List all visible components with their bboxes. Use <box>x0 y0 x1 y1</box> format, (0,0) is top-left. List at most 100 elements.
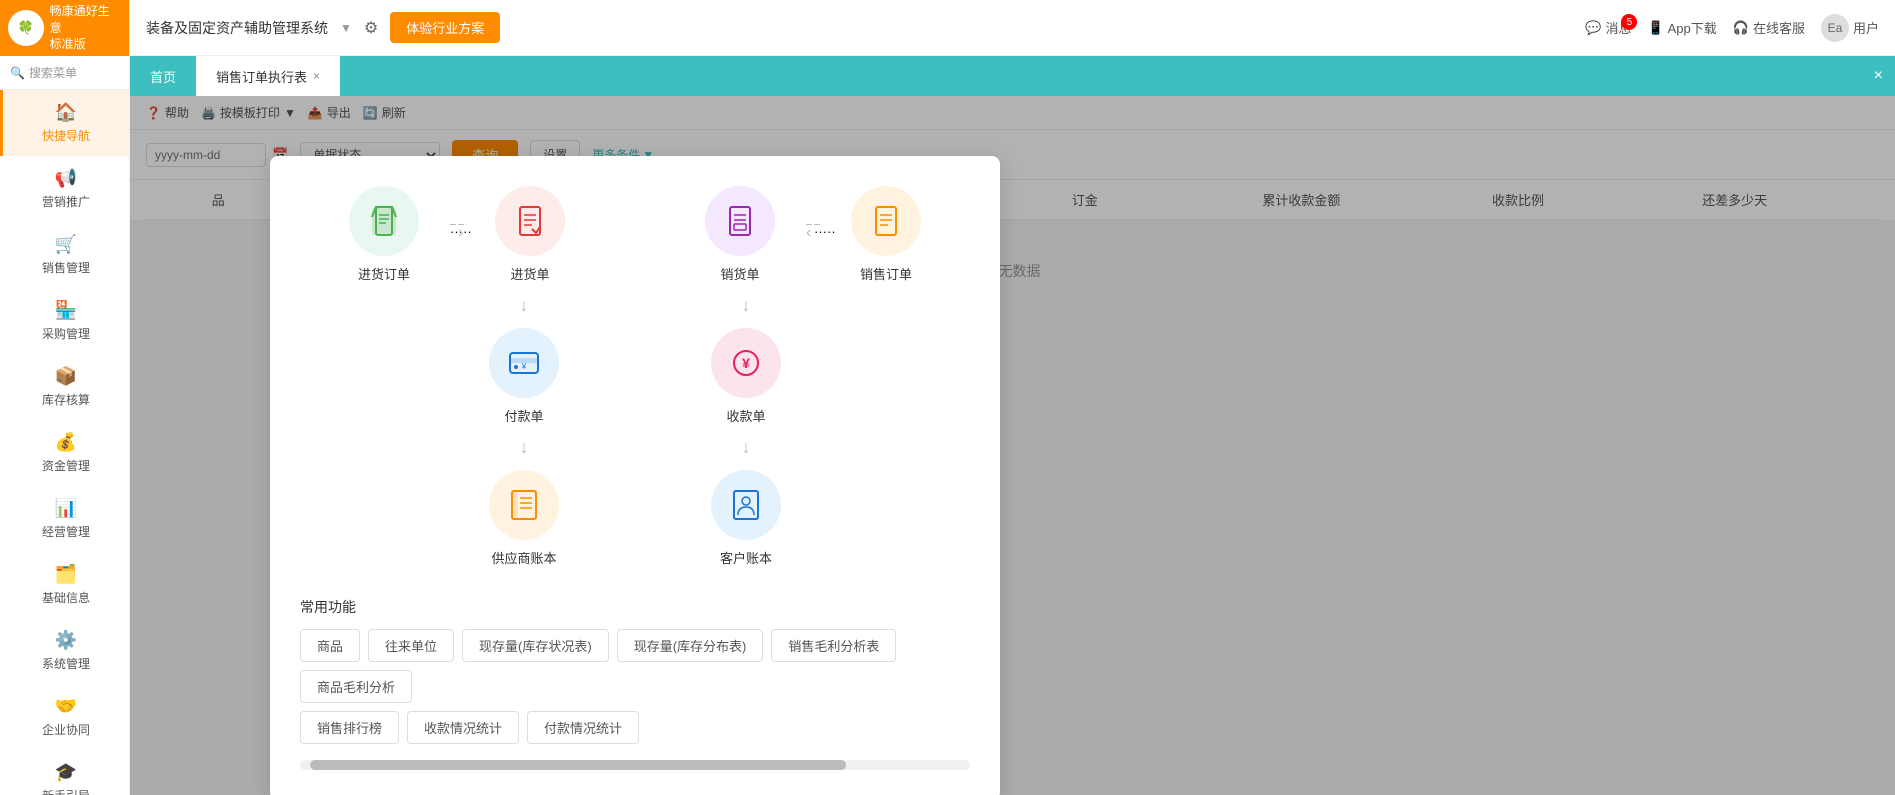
sidebar-nav: 🏠 快捷导航 📢 营销推广 🛒 销售管理 🏪 采购管理 📦 库存核算 💰 <box>0 90 129 795</box>
sidebar-item-operations[interactable]: 📊 经营管理 <box>0 486 129 552</box>
scrollbar-thumb[interactable] <box>310 760 846 770</box>
flow-modal: 进货订单 ·····› 进货单 <box>270 156 1000 795</box>
topbar-dropdown-icon[interactable]: ▼ <box>340 21 352 35</box>
common-funcs-section: 常用功能 商品 往来单位 现存量(库存状况表) 现存量(库存分布表) 销售毛利分… <box>300 597 970 744</box>
experience-btn[interactable]: 体验行业方案 <box>390 12 500 43</box>
customer-ledger-label: 客户账本 <box>720 548 772 567</box>
arrow-down-customer: ↓ <box>681 435 811 460</box>
sales-icon: 🛒 <box>55 234 77 255</box>
func-btn-receipt-stats[interactable]: 收款情况统计 <box>407 711 519 744</box>
arrow-down-receipt: ↓ <box>681 293 811 318</box>
sidebar-item-enterprise[interactable]: 🤝 企业协同 <box>0 684 129 750</box>
service-icon: 🎧 <box>1733 20 1749 36</box>
func-btn-trading-unit[interactable]: 往来单位 <box>368 629 454 662</box>
flow-item-payment[interactable]: ¥ 付款单 <box>459 328 589 425</box>
flow-row-arrows: ↓ ↓ <box>300 293 970 318</box>
sales-order-icon <box>851 186 921 256</box>
beginner-icon: 🎓 <box>55 762 77 783</box>
supplier-ledger-label: 供应商账本 <box>491 548 556 567</box>
sidebar-item-basic-info[interactable]: 🗂️ 基础信息 <box>0 552 129 618</box>
flow-item-sales-bill[interactable]: 销货单 <box>675 186 805 283</box>
func-btn-stock-status[interactable]: 现存量(库存状况表) <box>462 629 609 662</box>
quick-nav-icon: 🏠 <box>55 102 77 123</box>
topbar: 装备及固定资产辅助管理系统 ▼ ⚙ 体验行业方案 💬 消息 5 📱 App下载 … <box>130 0 1895 56</box>
basic-info-icon: 🗂️ <box>55 564 77 585</box>
flow-item-customer-ledger[interactable]: 客户账本 <box>681 470 811 567</box>
sidebar-item-finance[interactable]: 💰 资金管理 <box>0 420 129 486</box>
receipt-icon: ¥ <box>711 328 781 398</box>
finance-icon: 💰 <box>55 432 77 453</box>
app-download-btn[interactable]: 📱 App下载 <box>1647 18 1716 37</box>
func-btn-sales-ranking[interactable]: 销售排行榜 <box>300 711 399 744</box>
tab-home[interactable]: 首页 <box>130 56 196 96</box>
arrow-down-payment: ↓ <box>459 293 589 318</box>
flow-item-supplier-ledger[interactable]: 供应商账本 <box>459 470 589 567</box>
main-content: 装备及固定资产辅助管理系统 ▼ ⚙ 体验行业方案 💬 消息 5 📱 App下载 … <box>130 0 1895 795</box>
flow-item-purchase-order[interactable]: 进货订单 <box>319 186 449 283</box>
flow-diagram: 进货订单 ·····› 进货单 <box>300 186 970 577</box>
inventory-icon: 📦 <box>55 366 77 387</box>
flow-item-receipt[interactable]: ¥ 收款单 <box>681 328 811 425</box>
sales-bill-label: 销货单 <box>720 264 759 283</box>
sidebar-item-sales[interactable]: 🛒 销售管理 <box>0 222 129 288</box>
message-icon: 💬 <box>1585 20 1601 36</box>
flow-item-sales-order[interactable]: 销售订单 <box>821 186 951 283</box>
topbar-settings-icon[interactable]: ⚙ <box>364 18 378 38</box>
func-buttons-row-1: 商品 往来单位 现存量(库存状况表) 现存量(库存分布表) 销售毛利分析表 商品… <box>300 629 970 703</box>
sidebar-logo: 🍀 畅康通好生意 标准版 <box>0 0 129 56</box>
tab-close-btn[interactable]: × <box>313 69 320 83</box>
sidebar: 🍀 畅康通好生意 标准版 🔍 搜索菜单 🏠 快捷导航 📢 营销推广 🛒 销售管理 <box>0 0 130 795</box>
func-btn-payment-stats[interactable]: 付款情况统计 <box>527 711 639 744</box>
receipt-label: 收款单 <box>726 406 765 425</box>
purchase-order-label: 进货订单 <box>358 264 410 283</box>
func-buttons-row-2: 销售排行榜 收款情况统计 付款情况统计 <box>300 711 970 744</box>
customer-ledger-icon <box>711 470 781 540</box>
svg-text:¥: ¥ <box>521 362 527 371</box>
flow-item-purchase-bill[interactable]: 进货单 <box>465 186 595 283</box>
tabbar-close-icon[interactable]: × <box>1874 67 1883 85</box>
sales-order-label: 销售订单 <box>860 264 912 283</box>
sidebar-item-marketing[interactable]: 📢 营销推广 <box>0 156 129 222</box>
modal-scrollbar[interactable] <box>300 760 970 770</box>
func-btn-product-margin[interactable]: 商品毛利分析 <box>300 670 412 703</box>
flow-row-arrows-2: ↓ ↓ <box>300 435 970 460</box>
message-btn[interactable]: 💬 消息 5 <box>1585 18 1631 37</box>
func-btn-stock-distribution[interactable]: 现存量(库存分布表) <box>617 629 764 662</box>
func-btn-sales-margin[interactable]: 销售毛利分析表 <box>771 629 896 662</box>
arrow-sales-order-to-bill: ‹····· <box>805 224 821 245</box>
purchase-order-icon <box>349 186 419 256</box>
user-avatar: Ea <box>1821 14 1849 42</box>
topbar-right: 💬 消息 5 📱 App下载 🎧 在线客服 Ea 用户 <box>1585 14 1879 42</box>
payment-label: 付款单 <box>504 406 543 425</box>
common-funcs-title: 常用功能 <box>300 597 970 617</box>
operations-icon: 📊 <box>55 498 77 519</box>
user-menu[interactable]: Ea 用户 <box>1821 14 1879 42</box>
enterprise-icon: 🤝 <box>55 696 77 717</box>
content-area: ❓ 帮助 🖨️ 按模板打印 ▼ 📤 导出 🔄 刷新 <box>130 96 1895 795</box>
marketing-icon: 📢 <box>55 168 77 189</box>
tabbar: 首页 销售订单执行表 × × <box>130 56 1895 96</box>
online-service-btn[interactable]: 🎧 在线客服 <box>1733 18 1805 37</box>
message-badge: 5 <box>1621 14 1637 30</box>
sidebar-item-inventory[interactable]: 📦 库存核算 <box>0 354 129 420</box>
sales-bill-icon <box>705 186 775 256</box>
sidebar-item-purchase[interactable]: 🏪 采购管理 <box>0 288 129 354</box>
sidebar-item-beginner[interactable]: 🎓 新手引导 <box>0 750 129 795</box>
flow-row-3: 供应商账本 客户账本 <box>300 470 970 567</box>
phone-icon: 📱 <box>1647 20 1663 36</box>
modal-overlay[interactable]: 进货订单 ·····› 进货单 <box>130 96 1895 795</box>
system-icon: ⚙️ <box>55 630 77 651</box>
sidebar-search[interactable]: 🔍 搜索菜单 <box>0 56 129 90</box>
search-icon: 🔍 <box>10 66 25 80</box>
topbar-system-title: 装备及固定资产辅助管理系统 <box>146 18 328 38</box>
purchase-bill-icon <box>495 186 565 256</box>
purchase-icon: 🏪 <box>55 300 77 321</box>
purchase-bill-label: 进货单 <box>510 264 549 283</box>
sidebar-item-quick-nav[interactable]: 🏠 快捷导航 <box>0 90 129 156</box>
supplier-ledger-icon <box>489 470 559 540</box>
func-btn-product[interactable]: 商品 <box>300 629 360 662</box>
logo-icon: 🍀 <box>8 10 44 46</box>
tab-sales-order-exec[interactable]: 销售订单执行表 × <box>196 56 340 96</box>
sidebar-item-system[interactable]: ⚙️ 系统管理 <box>0 618 129 684</box>
flow-row-2: ¥ 付款单 ¥ 收款单 <box>300 328 970 425</box>
